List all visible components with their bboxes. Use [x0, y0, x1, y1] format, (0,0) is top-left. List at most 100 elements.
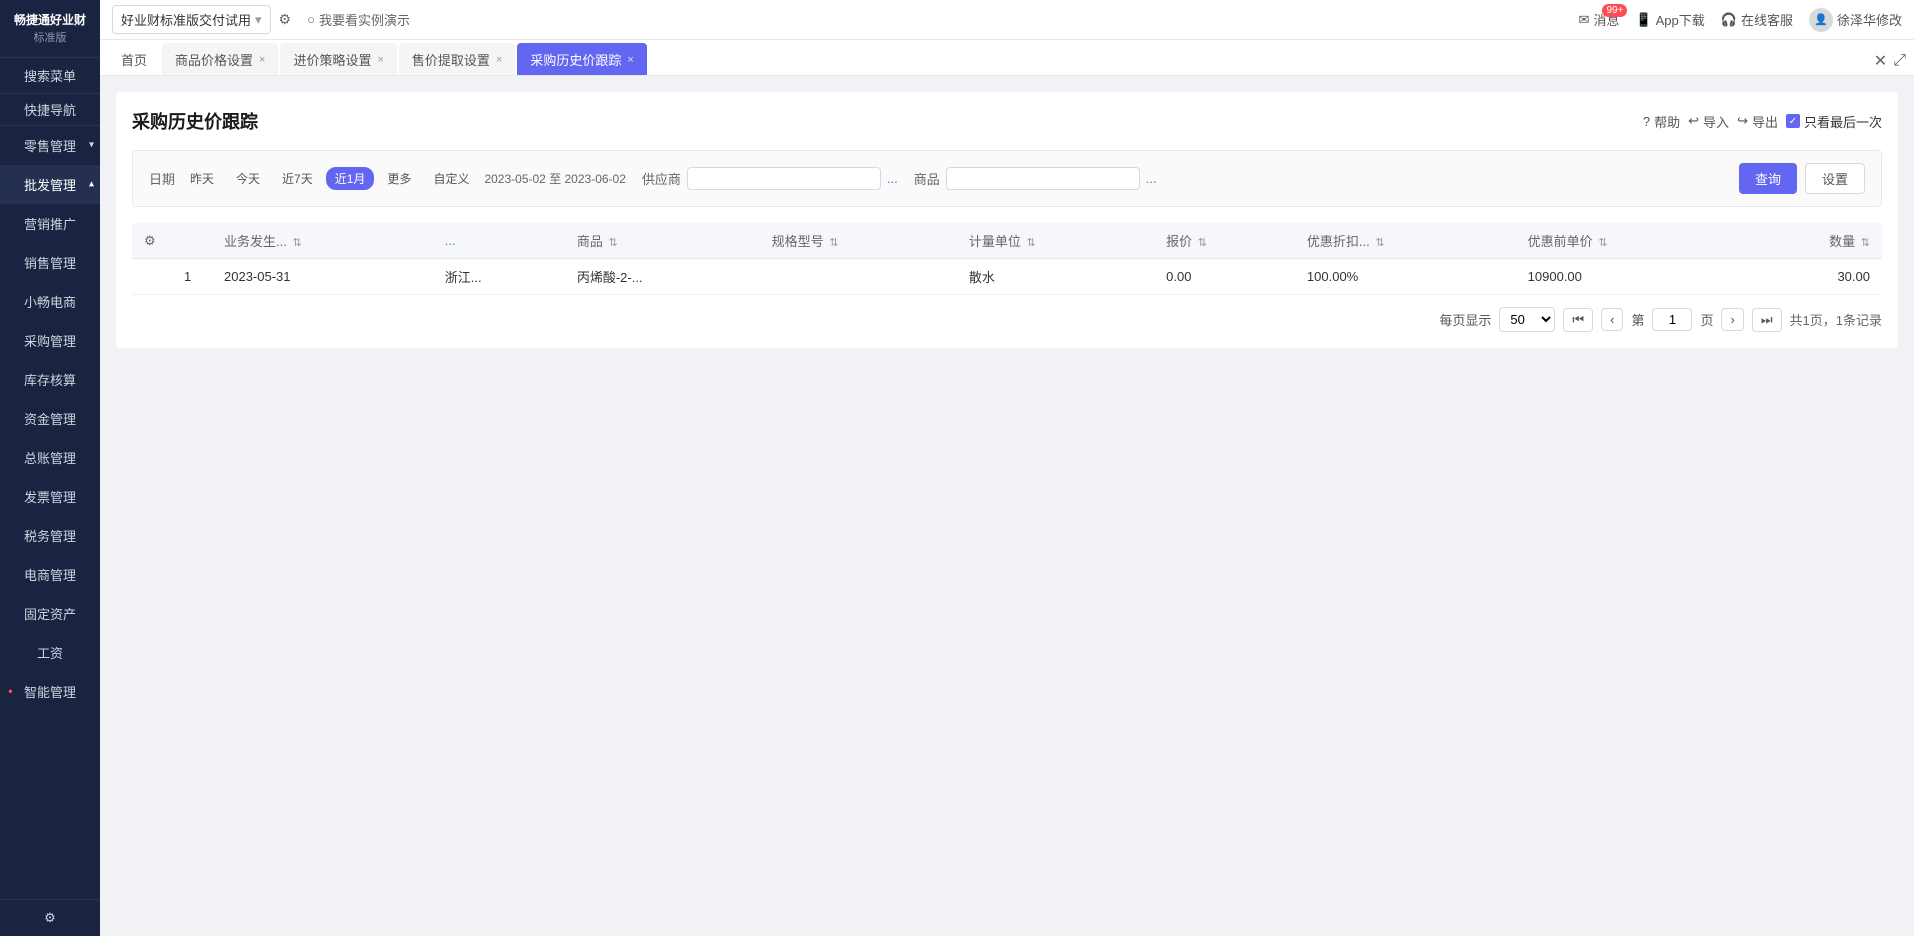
page-card: 采购历史价跟踪 ? 帮助 ↩ 导入 ↪ 导出: [116, 92, 1898, 348]
per-page-select[interactable]: 50 10 20 100: [1499, 307, 1555, 332]
filter-row: 日期 昨天 今天 近7天 近1月 更多 自定义 2023-05-02 至 202…: [149, 163, 1865, 194]
sidebar-item-wholesale[interactable]: 批发管理 ▴: [0, 165, 100, 204]
goods-more-btn[interactable]: ...: [1146, 171, 1157, 186]
only-last-checkbox-wrapper[interactable]: ✓ 只看最后一次: [1786, 112, 1882, 131]
tab-price-settings[interactable]: 商品价格设置 ×: [162, 43, 278, 75]
first-page-btn[interactable]: ⏮: [1563, 308, 1593, 332]
demo-text: 我要看实例演示: [319, 10, 410, 29]
version-selector[interactable]: 好业财标准版交付试用 ▾: [112, 5, 271, 34]
sidebar-item-ledger[interactable]: 总账管理: [0, 438, 100, 477]
query-button[interactable]: 查询: [1739, 163, 1797, 194]
sidebar-item-retail[interactable]: 零售管理 ▾: [0, 126, 100, 165]
sort-icon-pre-discount-price: ⇅: [1598, 237, 1607, 249]
sidebar-item-label-tax: 税务管理: [24, 529, 76, 544]
page-label: 第: [1631, 310, 1644, 329]
sidebar-item-purchase[interactable]: 采购管理: [0, 321, 100, 360]
sidebar-item-sales[interactable]: 销售管理: [0, 243, 100, 282]
sidebar-item-tax[interactable]: 税务管理: [0, 516, 100, 555]
last-page-btn[interactable]: ⏭: [1752, 308, 1782, 332]
sidebar-item-quicknav[interactable]: 快捷导航: [0, 94, 100, 126]
import-btn[interactable]: ↩ 导入: [1688, 112, 1729, 131]
col-quantity[interactable]: 数量 ⇅: [1741, 223, 1882, 259]
user-menu[interactable]: 👤 徐泽华修改: [1809, 8, 1902, 32]
page-header: 采购历史价跟踪 ? 帮助 ↩ 导入 ↪ 导出: [132, 108, 1882, 134]
col-unit[interactable]: 计量单位 ⇅: [957, 223, 1154, 259]
col-index: [172, 223, 212, 259]
sidebar-item-label-ecom: 电商管理: [24, 568, 76, 583]
demo-link[interactable]: ○ 我要看实例演示: [307, 10, 410, 29]
col-goods-label: 商品: [577, 234, 603, 249]
app-download-btn[interactable]: 📱 App下载: [1635, 10, 1704, 29]
date-btn-yesterday[interactable]: 昨天: [181, 167, 223, 190]
tab-label-home: 首页: [121, 50, 147, 69]
row-biz-date: 2023-05-31: [212, 259, 433, 295]
sidebar-item-finance[interactable]: 资金管理: [0, 399, 100, 438]
col-spec[interactable]: 规格型号 ⇅: [760, 223, 957, 259]
date-btn-custom[interactable]: 自定义: [424, 167, 478, 190]
col-goods[interactable]: 商品 ⇅: [565, 223, 760, 259]
sort-icon-unit: ⇅: [1027, 237, 1036, 249]
col-biz-date[interactable]: 业务发生... ⇅: [212, 223, 433, 259]
col-discount-pct[interactable]: 优惠折扣... ⇅: [1295, 223, 1516, 259]
col-settings[interactable]: ⚙: [132, 223, 172, 259]
sort-icon-quantity: ⇅: [1861, 237, 1870, 249]
tab-close-sale-extract[interactable]: ×: [496, 54, 502, 66]
export-btn[interactable]: ↪ 导出: [1737, 112, 1778, 131]
filter-goods-group: 商品 ...: [914, 167, 1157, 190]
online-service-btn[interactable]: 🎧 在线客服: [1721, 10, 1793, 29]
sidebar-item-inventory[interactable]: 库存核算: [0, 360, 100, 399]
sidebar-item-ecom-small[interactable]: 小畅电商: [0, 282, 100, 321]
sort-icon-discount-pct: ⇅: [1375, 237, 1384, 249]
sort-icon-spec: ⇅: [829, 237, 838, 249]
goods-input[interactable]: [946, 167, 1140, 190]
tab-expand-btn[interactable]: ⤢: [1893, 52, 1906, 70]
tab-close-price-settings[interactable]: ×: [259, 54, 265, 66]
headphone-icon: 🎧: [1721, 12, 1737, 28]
sidebar-item-fixed-assets[interactable]: 固定资产: [0, 594, 100, 633]
sidebar-item-payroll[interactable]: 工资: [0, 633, 100, 672]
date-btn-7days[interactable]: 近7天: [273, 167, 322, 190]
table-row: 1 2023-05-31 浙江... 丙烯酸-2-... 散水 0.00 100…: [132, 259, 1882, 295]
tab-close-purchase-history[interactable]: ×: [627, 54, 633, 66]
tab-close-all-btn[interactable]: ✕: [1874, 51, 1887, 71]
col-quote[interactable]: 报价 ⇅: [1154, 223, 1295, 259]
sidebar-settings-icon[interactable]: ⚙: [0, 899, 100, 936]
date-btn-1month[interactable]: 近1月: [326, 167, 375, 190]
sidebar-item-label-payroll: 工资: [37, 646, 63, 661]
sidebar-item-search[interactable]: 搜索菜单: [0, 58, 100, 94]
tab-purchase-strategy[interactable]: 进价策略设置 ×: [280, 43, 396, 75]
page-number-input[interactable]: [1652, 308, 1692, 331]
message-btn[interactable]: ✉ 消息 99+: [1579, 10, 1620, 29]
prev-page-btn[interactable]: ‹: [1601, 308, 1623, 331]
tab-label-purchase-history: 采购历史价跟踪: [530, 50, 621, 69]
next-page-btn[interactable]: ›: [1721, 308, 1743, 331]
row-goods: 丙烯酸-2-...: [565, 259, 760, 295]
sidebar-item-marketing[interactable]: 营销推广: [0, 204, 100, 243]
col-pre-discount-price[interactable]: 优惠前单价 ⇅: [1516, 223, 1741, 259]
row-quantity: 30.00: [1741, 259, 1882, 295]
supplier-more-btn[interactable]: ...: [887, 171, 898, 186]
tab-sale-extract[interactable]: 售价提取设置 ×: [399, 43, 515, 75]
topbar-gear-icon[interactable]: ⚙: [279, 11, 292, 28]
tab-purchase-history[interactable]: 采购历史价跟踪 ×: [517, 43, 646, 75]
supplier-input[interactable]: [687, 167, 881, 190]
col-more-col[interactable]: ...: [433, 223, 565, 259]
app-download-icon: 📱: [1635, 12, 1651, 28]
tab-close-purchase-strategy[interactable]: ×: [377, 54, 383, 66]
table-wrapper: ⚙ 业务发生... ⇅ ... 商品: [132, 223, 1882, 295]
sidebar-item-ecom[interactable]: 电商管理: [0, 555, 100, 594]
settings-button[interactable]: 设置: [1805, 163, 1865, 194]
date-btn-more[interactable]: 更多: [378, 167, 420, 190]
sidebar-item-invoice[interactable]: 发票管理: [0, 477, 100, 516]
import-label: 导入: [1703, 112, 1729, 131]
help-btn[interactable]: ? 帮助: [1643, 112, 1680, 131]
demo-icon: ○: [307, 12, 315, 27]
sidebar-item-smart[interactable]: 智能管理: [0, 672, 100, 711]
only-last-checkbox[interactable]: ✓: [1786, 114, 1800, 128]
version-selector-text: 好业财标准版交付试用: [121, 10, 251, 29]
chevron-down-icon: ▾: [255, 12, 262, 28]
question-icon: ?: [1643, 114, 1650, 129]
date-btn-today[interactable]: 今天: [227, 167, 269, 190]
tab-label-price-settings: 商品价格设置: [175, 50, 253, 69]
tab-home[interactable]: 首页: [108, 43, 160, 75]
